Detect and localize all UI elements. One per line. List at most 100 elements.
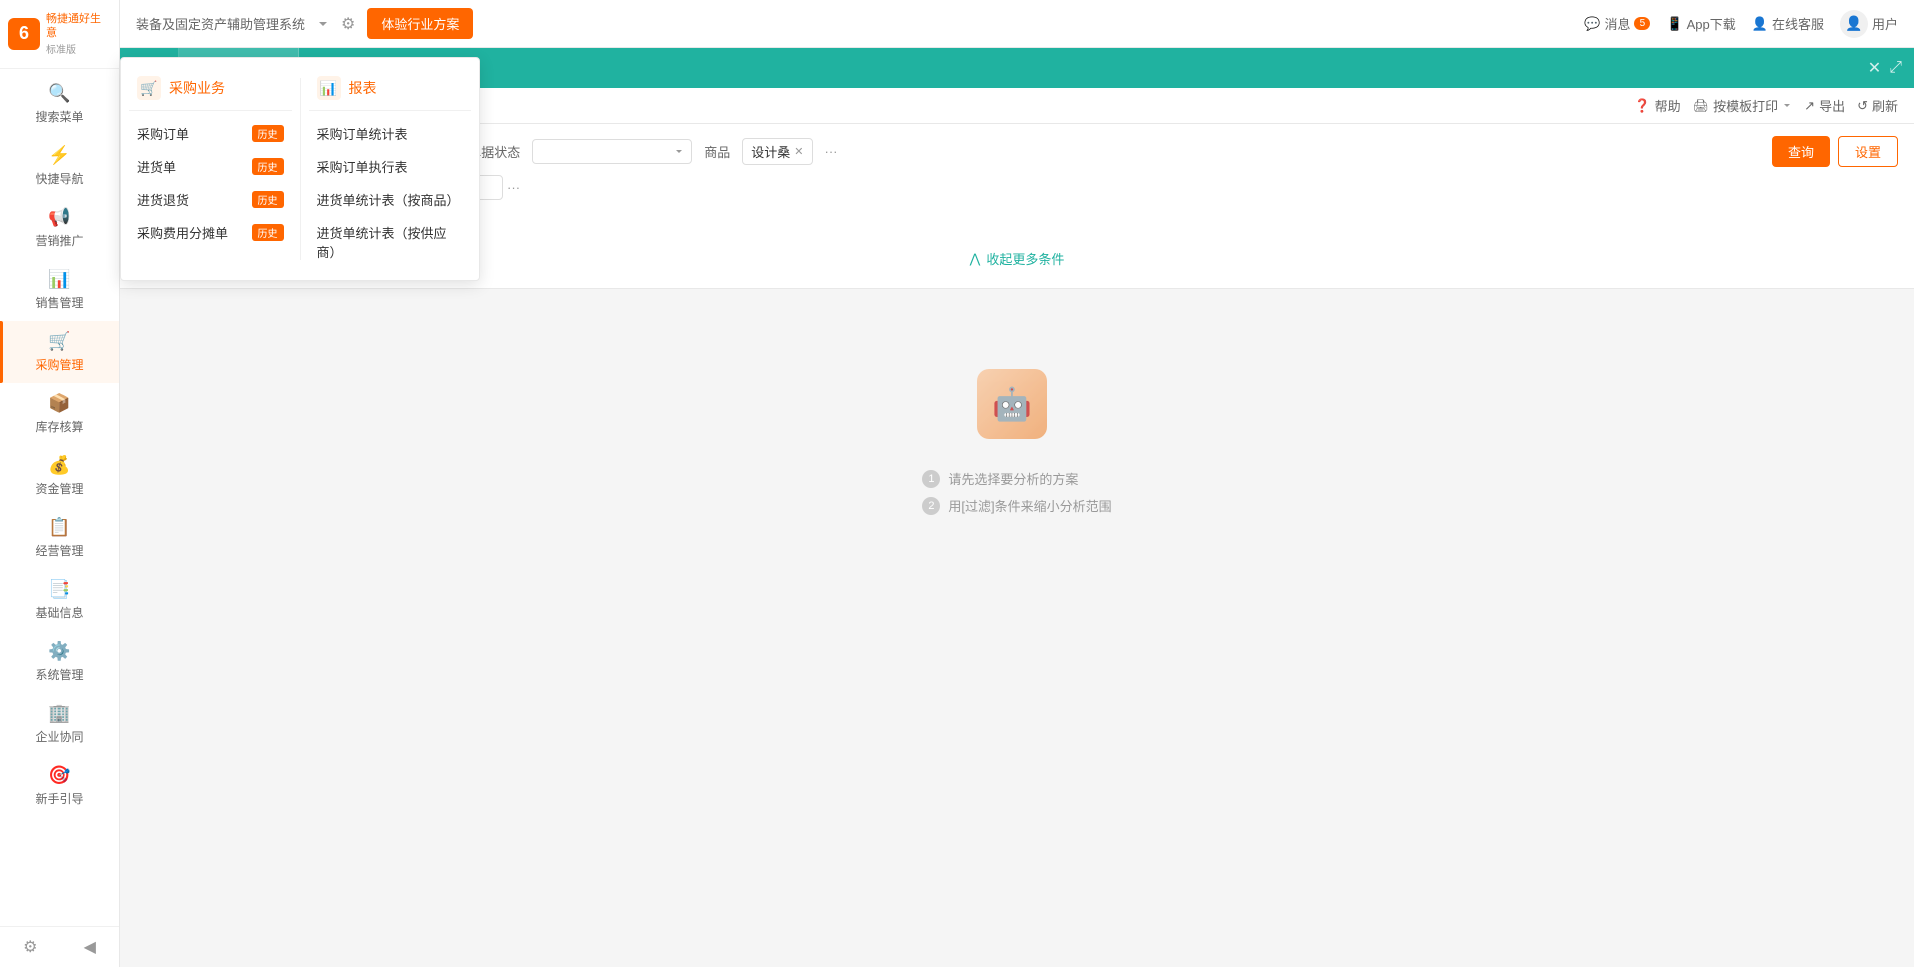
quick-icon: ⚡	[48, 145, 70, 166]
report-icon: 📊	[317, 76, 341, 100]
collapse-up-icon: ⋀	[970, 251, 981, 267]
sidebar-settings-btn[interactable]: ⚙	[23, 937, 37, 957]
sidebar-collapse-btn[interactable]: ◀	[84, 937, 96, 957]
refresh-icon: ↺	[1857, 98, 1868, 114]
message-btn[interactable]: 💬 消息 5	[1584, 14, 1650, 33]
sidebar-item-enterprise-label: 企业协同	[35, 728, 83, 745]
purchase-order-exec-label: 采购订单执行表	[317, 157, 408, 176]
sidebar-item-purchase[interactable]: 🛒 采购管理	[0, 321, 119, 383]
sidebar-item-enterprise[interactable]: 🏢 企业协同	[0, 693, 119, 755]
empty-tip-2: 2 用[过滤]条件来缩小分析范围	[922, 496, 1111, 515]
sidebar-item-search-label: 搜索菜单	[35, 108, 83, 125]
dropdown-item-purchase-order-exec[interactable]: 采购订单执行表	[309, 150, 472, 183]
export-icon: ↗	[1804, 98, 1815, 114]
sidebar-item-quick[interactable]: ⚡ 快捷导航	[0, 135, 119, 197]
order-status-container	[532, 139, 692, 164]
online-service-btn[interactable]: 👤 在线客服	[1752, 14, 1824, 33]
sidebar-item-operations[interactable]: 📋 经营管理	[0, 507, 119, 569]
brand-name: 畅捷通好生意	[46, 12, 111, 41]
sidebar-item-sales[interactable]: 📊 销售管理	[0, 259, 119, 321]
sidebar-menu: 🔍 搜索菜单 ⚡ 快捷导航 📢 营销推广 📊 销售管理 🛒 采购管理 📦	[0, 69, 119, 926]
query-button[interactable]: 查询	[1772, 136, 1830, 167]
refresh-btn[interactable]: ↺ 刷新	[1857, 96, 1898, 115]
dropdown-item-purchase-order-stats[interactable]: 采购订单统计表	[309, 117, 472, 150]
empty-tips: 1 请先选择要分析的方案 2 用[过滤]条件来缩小分析范围	[922, 469, 1111, 515]
empty-state-image: 🤖	[977, 369, 1057, 449]
sidebar-item-system-label: 系统管理	[35, 666, 83, 683]
return-history-badge: 历史	[252, 191, 284, 208]
purchase-dropdown-menu: 🛒 采购业务 采购订单 历史 进货单 历史 进货退货 历史 采购费用分摊单	[120, 57, 480, 281]
refresh-label: 刷新	[1872, 96, 1898, 115]
print-btn[interactable]: 🖨 按模板打印	[1693, 96, 1793, 115]
salesperson-more-icon[interactable]: ···	[507, 180, 520, 195]
logo-icon: 6	[8, 18, 40, 50]
topbar-settings-icon[interactable]: ⚙	[341, 14, 355, 34]
enterprise-icon: 🏢	[48, 703, 70, 724]
sidebar-item-quick-label: 快捷导航	[35, 170, 83, 187]
product-tag-value: 设计桑	[751, 142, 790, 161]
topbar-dropdown[interactable]	[317, 18, 329, 30]
avatar: 👤	[1840, 10, 1868, 38]
service-label: 在线客服	[1772, 14, 1824, 33]
cta-button[interactable]: 体验行业方案	[367, 8, 473, 39]
sidebar-item-sales-label: 销售管理	[35, 294, 83, 311]
dropdown-item-expense[interactable]: 采购费用分摊单 历史	[129, 216, 292, 249]
main-area: 装备及固定资产辅助管理系统 ⚙ 体验行业方案 💬 消息 5 📱 App下载 👤	[120, 0, 1914, 967]
dropdown-item-incoming-stats-supplier[interactable]: 进货单统计表（按供应商）	[309, 216, 472, 268]
dropdown-item-incoming-stats-product[interactable]: 进货单统计表（按商品）	[309, 183, 472, 216]
purchase-order-stats-label: 采购订单统计表	[317, 124, 408, 143]
export-btn[interactable]: ↗ 导出	[1804, 96, 1845, 115]
product-tag-close[interactable]: ✕	[794, 145, 803, 158]
product-label: 商品	[704, 142, 730, 161]
sidebar-item-marketing[interactable]: 📢 营销推广	[0, 197, 119, 259]
sidebar-item-system[interactable]: ⚙️ 系统管理	[0, 631, 119, 693]
product-more-icon[interactable]: ···	[825, 144, 838, 159]
report-header: 📊 报表	[309, 70, 472, 111]
inventory-icon: 📦	[48, 393, 70, 414]
app-download-btn[interactable]: 📱 App下载	[1666, 14, 1735, 33]
filter-settings-button[interactable]: 设置	[1838, 136, 1898, 167]
purchase-business-icon: 🛒	[137, 76, 161, 100]
collapse-button[interactable]: ⋀ 收起更多条件	[962, 241, 1073, 276]
order-status-select[interactable]	[532, 139, 692, 164]
user-btn[interactable]: 👤 用户	[1840, 10, 1898, 38]
report-title: 报表	[349, 78, 377, 98]
incoming-stats-product-label: 进货单统计表（按商品）	[317, 190, 460, 209]
tip-text-1: 请先选择要分析的方案	[948, 469, 1078, 488]
dropdown-item-return[interactable]: 进货退货 历史	[129, 183, 292, 216]
sidebar: 6 畅捷通好生意 标准版 🔍 搜索菜单 ⚡ 快捷导航 📢 营销推广 📊 销售管理	[0, 0, 120, 967]
message-badge: 5	[1634, 17, 1650, 30]
app-download-label: App下载	[1687, 14, 1736, 33]
export-label: 导出	[1819, 96, 1845, 115]
sidebar-bottom: ⚙ ◀	[0, 926, 119, 967]
sidebar-item-purchase-label: 采购管理	[35, 356, 83, 373]
empty-state: 🤖 1 请先选择要分析的方案 2 用[过滤]条件来缩小分析范围	[120, 289, 1914, 595]
incoming-stats-supplier-label: 进货单统计表（按供应商）	[317, 223, 464, 261]
report-col: 📊 报表 采购订单统计表 采购订单执行表 进货单统计表（按商品） 进货单统计表（…	[301, 70, 480, 268]
topbar-right: 💬 消息 5 📱 App下载 👤 在线客服 👤 用户	[1584, 10, 1898, 38]
expense-history-badge: 历史	[252, 224, 284, 241]
purchase-icon: 🛒	[48, 331, 70, 352]
dropdown-item-purchase-order[interactable]: 采购订单 历史	[129, 117, 292, 150]
tab-maximize-icon[interactable]: ⤢	[1889, 59, 1902, 77]
sidebar-item-basic-label: 基础信息	[35, 604, 83, 621]
product-tag: 设计桑 ✕	[742, 138, 812, 165]
sidebar-item-guide[interactable]: 🎯 新手引导	[0, 755, 119, 817]
sidebar-item-search[interactable]: 🔍 搜索菜单	[0, 73, 119, 135]
print-chevron-icon	[1782, 101, 1792, 111]
dropdown-item-incoming[interactable]: 进货单 历史	[129, 150, 292, 183]
sidebar-item-basic[interactable]: 📑 基础信息	[0, 569, 119, 631]
tab-minimize-icon[interactable]: ✕	[1868, 58, 1881, 78]
help-icon: ❓	[1634, 98, 1650, 114]
help-btn[interactable]: ❓ 帮助	[1634, 96, 1680, 115]
sales-icon: 📊	[48, 269, 70, 290]
empty-tip-1: 1 请先选择要分析的方案	[922, 469, 1111, 488]
brand-sub: 标准版	[46, 41, 111, 56]
chevron-down-icon	[317, 18, 329, 30]
search-icon: 🔍	[48, 83, 70, 104]
user-label: 用户	[1872, 14, 1898, 33]
sidebar-item-guide-label: 新手引导	[35, 790, 83, 807]
sidebar-item-inventory[interactable]: 📦 库存核算	[0, 383, 119, 445]
message-icon: 💬	[1584, 16, 1600, 32]
sidebar-item-capital[interactable]: 💰 资金管理	[0, 445, 119, 507]
